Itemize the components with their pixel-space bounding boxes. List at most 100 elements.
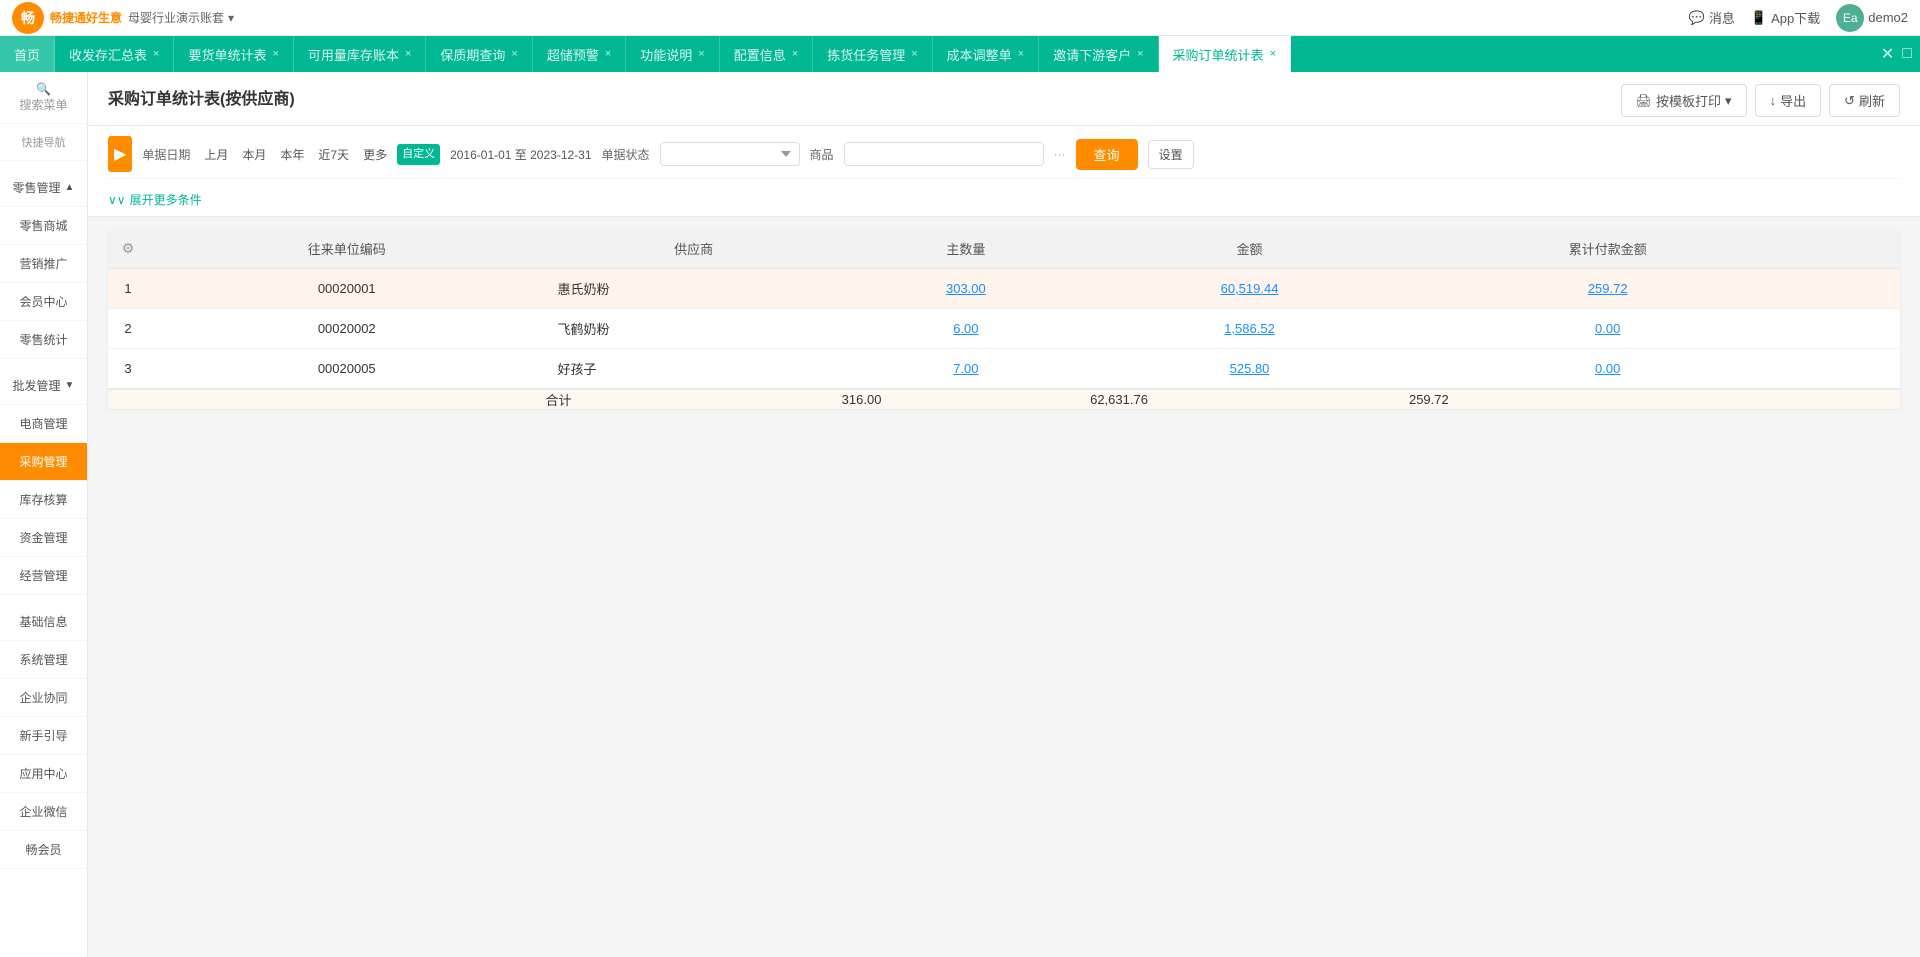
tab-overstock-close[interactable]: × [605, 48, 611, 60]
sidebar-item-enterprise-collab[interactable]: 企业协同 [0, 679, 87, 717]
refresh-button[interactable]: ↺ 刷新 [1829, 84, 1900, 117]
sidebar-system-mgmt-label: 系统管理 [19, 653, 67, 667]
tab-collect-send-label: 收发存汇总表 [69, 45, 147, 64]
tab-config-info-close[interactable]: × [792, 48, 798, 60]
tab-config-info[interactable]: 配置信息 × [720, 36, 813, 72]
expand-tab-action[interactable]: □ [1902, 45, 1912, 63]
sidebar-item-member-center[interactable]: 会员中心 [0, 283, 87, 321]
sidebar-item-purchase-mgmt[interactable]: 采购管理 [0, 443, 87, 481]
tab-pick-task[interactable]: 拣货任务管理 × [813, 36, 932, 72]
table-row[interactable]: 3 00020005 好孩子 7.00 525.80 0.00 [108, 349, 1900, 390]
tab-cost-adjust[interactable]: 成本调整单 × [933, 36, 1039, 72]
tab-collect-send[interactable]: 收发存汇总表 × [55, 36, 174, 72]
shortcut-more[interactable]: 更多 [359, 144, 391, 165]
table-head: ⚙ 往来单位编码 供应商 主数量 金额 累计付款金额 [108, 229, 1900, 269]
tab-func-desc-label: 功能说明 [640, 45, 692, 64]
sidebar-item-retail-mgmt[interactable]: 零售管理 ▲ [0, 169, 87, 207]
sidebar-wholesale-mgmt-label: 批发管理 [13, 377, 61, 394]
sidebar-item-wholesale-mgmt[interactable]: 批发管理 ▼ [0, 367, 87, 405]
tab-home[interactable]: 首页 [0, 36, 55, 72]
shortcut-7days[interactable]: 近7天 [314, 144, 353, 165]
settings-button[interactable]: 设置 [1148, 140, 1194, 169]
sidebar-item-app-center[interactable]: 应用中心 [0, 755, 87, 793]
sidebar-item-marketing[interactable]: 营销推广 [0, 245, 87, 283]
sidebar-item-member[interactable]: 畅会员 [0, 831, 87, 869]
summary-quantity: 316.00 [842, 389, 1090, 409]
refresh-icon: ↺ [1844, 93, 1855, 109]
sidebar-item-retail-mall[interactable]: 零售商城 [0, 207, 87, 245]
expand-more-button[interactable]: ∨∨ 展开更多条件 [108, 191, 1900, 208]
search-icon: 🔍 [36, 82, 51, 96]
tab-expiry-query[interactable]: 保质期查询 × [426, 36, 532, 72]
row-quantity-1[interactable]: 303.00 [842, 269, 1090, 309]
tab-purchase-stat[interactable]: 采购订单统计表 × [1159, 36, 1291, 72]
sidebar-item-retail-stat[interactable]: 零售统计 [0, 321, 87, 359]
col-extra [1806, 229, 1900, 269]
tab-invite-downstream-close[interactable]: × [1137, 48, 1143, 60]
sidebar-item-ecommerce[interactable]: 电商管理 [0, 405, 87, 443]
print-icon: 🖨 [1636, 93, 1653, 109]
tab-pick-task-close[interactable]: × [911, 48, 917, 60]
goods-more-icon[interactable]: ··· [1054, 147, 1066, 161]
filter-collapse-button[interactable]: ▶ [108, 136, 132, 172]
sidebar-search[interactable]: 🔍 搜索菜单 [0, 72, 87, 124]
sidebar-item-operation-mgmt[interactable]: 经营管理 [0, 557, 87, 595]
col-quantity: 主数量 [842, 229, 1090, 269]
tab-func-desc[interactable]: 功能说明 × [626, 36, 719, 72]
tab-stock-book-label: 可用量库存账本 [308, 45, 399, 64]
nav-tabs: 首页 收发存汇总表 × 要货单统计表 × 可用量库存账本 × 保质期查询 × 超… [0, 36, 1920, 72]
custom-badge: 自定义 [397, 144, 440, 165]
status-select[interactable] [660, 142, 800, 166]
print-button[interactable]: 🖨 按模板打印 ▾ [1621, 84, 1747, 117]
tab-purchase-stat-close[interactable]: × [1270, 48, 1276, 60]
sidebar-item-basic-info[interactable]: 基础信息 [0, 603, 87, 641]
sidebar: 🔍 搜索菜单 快捷导航 零售管理 ▲ 零售商城 营销推广 会员中心 零售统计 批… [0, 72, 88, 957]
query-button[interactable]: 查询 [1076, 139, 1138, 170]
row-paid-3[interactable]: 0.00 [1409, 349, 1806, 390]
sidebar-item-enterprise-wechat[interactable]: 企业微信 [0, 793, 87, 831]
tab-cost-adjust-close[interactable]: × [1018, 48, 1024, 60]
filter-wrapper: ▶ 单据日期 上月 本月 本年 近7天 更多 自定义 2016-01-01 至 … [88, 126, 1920, 217]
tab-expiry-query-close[interactable]: × [511, 48, 517, 60]
table-settings-icon[interactable]: ⚙ [122, 240, 135, 256]
tab-stock-book-close[interactable]: × [405, 48, 411, 60]
app-download-button[interactable]: 📱 App下载 [1751, 8, 1820, 27]
row-quantity-2[interactable]: 6.00 [842, 309, 1090, 349]
workspace-selector[interactable]: 母婴行业演示账套 ▾ [128, 9, 234, 26]
shortcut-this-month[interactable]: 本月 [238, 144, 270, 165]
shortcut-this-year[interactable]: 本年 [276, 144, 308, 165]
close-tab-action[interactable]: ✕ [1881, 44, 1894, 64]
tab-overstock[interactable]: 超储预警 × [533, 36, 626, 72]
sidebar-quick-nav[interactable]: 快捷导航 [0, 124, 87, 161]
sidebar-member-label: 畅会员 [25, 843, 61, 857]
row-paid-2[interactable]: 0.00 [1409, 309, 1806, 349]
row-amount-3[interactable]: 525.80 [1090, 349, 1409, 390]
tab-goods-stat[interactable]: 要货单统计表 × [174, 36, 293, 72]
tab-collect-send-close[interactable]: × [153, 48, 159, 60]
sidebar-item-inventory-check[interactable]: 库存核算 [0, 481, 87, 519]
sidebar-item-system-mgmt[interactable]: 系统管理 [0, 641, 87, 679]
row-paid-1[interactable]: 259.72 [1409, 269, 1806, 309]
table-row[interactable]: 1 00020001 惠氏奶粉 303.00 60,519.44 259.72 [108, 269, 1900, 309]
tab-stock-book[interactable]: 可用量库存账本 × [294, 36, 426, 72]
sidebar-retail-stat-label: 零售统计 [19, 333, 67, 347]
tab-invite-downstream[interactable]: 邀请下游客户 × [1039, 36, 1158, 72]
row-amount-2[interactable]: 1,586.52 [1090, 309, 1409, 349]
sidebar-item-finance-mgmt[interactable]: 资金管理 [0, 519, 87, 557]
tab-home-label: 首页 [14, 45, 40, 64]
logo-char: 畅 [21, 8, 35, 28]
logo-area: 畅 畅捷通好生意 母婴行业演示账套 ▾ [12, 2, 234, 34]
table-row[interactable]: 2 00020002 飞鹤奶粉 6.00 1,586.52 0.00 [108, 309, 1900, 349]
export-button[interactable]: ↓ 导出 [1755, 84, 1822, 117]
tab-goods-stat-close[interactable]: × [272, 48, 278, 60]
download-icon: 📱 [1751, 10, 1767, 26]
top-bar: 畅 畅捷通好生意 母婴行业演示账套 ▾ 💬 消息 📱 App下载 Ea demo… [0, 0, 1920, 36]
message-button[interactable]: 💬 消息 [1689, 8, 1735, 27]
shortcut-last-month[interactable]: 上月 [200, 144, 232, 165]
user-area[interactable]: Ea demo2 [1836, 4, 1908, 32]
goods-input[interactable] [844, 142, 1044, 166]
row-amount-1[interactable]: 60,519.44 [1090, 269, 1409, 309]
row-quantity-3[interactable]: 7.00 [842, 349, 1090, 390]
tab-func-desc-close[interactable]: × [698, 48, 704, 60]
sidebar-item-new-guide[interactable]: 新手引导 [0, 717, 87, 755]
